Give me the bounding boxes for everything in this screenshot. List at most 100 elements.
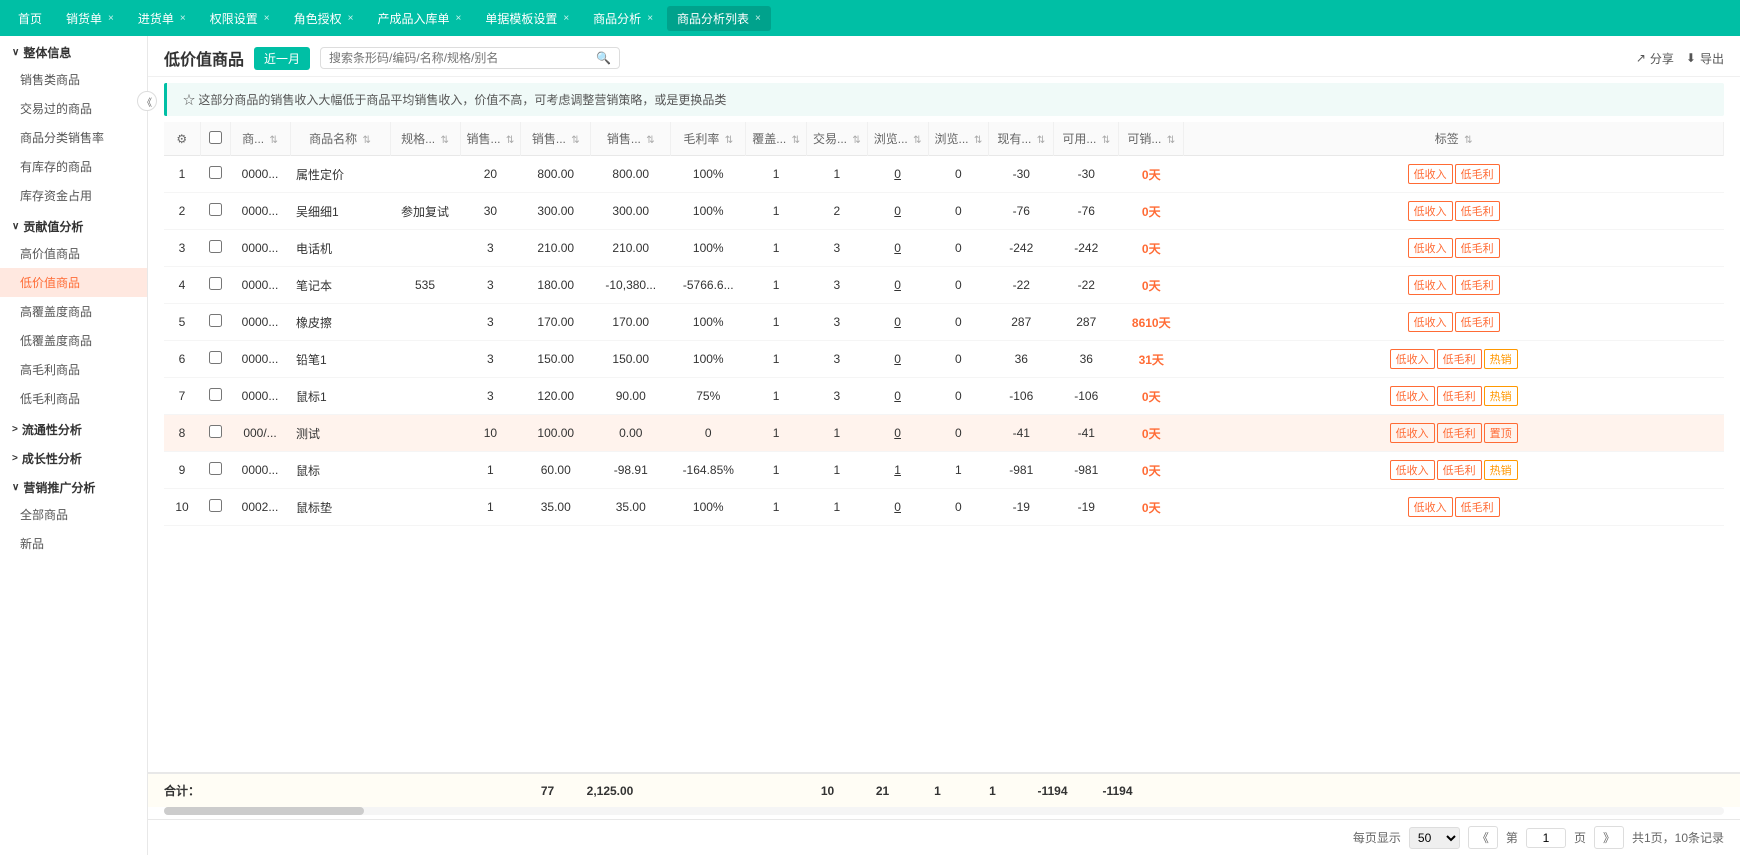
sidebar-group-overall[interactable]: ∨ 整体信息	[0, 36, 147, 65]
row-select-checkbox[interactable]	[209, 240, 222, 253]
scrollbar-thumb[interactable]	[164, 807, 364, 815]
sidebar-item-sales-products[interactable]: 销售类商品	[0, 65, 147, 94]
per-page-select[interactable]: 50 100	[1409, 827, 1460, 849]
nav-role-auth[interactable]: 角色授权 ×	[284, 6, 364, 31]
view-link[interactable]: 0	[894, 167, 901, 181]
tag[interactable]: 低收入	[1408, 238, 1453, 258]
horizontal-scrollbar[interactable]	[164, 807, 1724, 815]
view-link[interactable]: 0	[894, 500, 901, 514]
search-input[interactable]	[329, 51, 590, 65]
tag[interactable]: 低毛利	[1455, 238, 1500, 258]
nav-product-analysis[interactable]: 商品分析 ×	[583, 6, 663, 31]
sales-price-column-header[interactable]: 销售... ⇅	[521, 122, 591, 156]
tag[interactable]: 低收入	[1408, 497, 1453, 517]
view-link[interactable]: 0	[894, 278, 901, 292]
row-checkbox[interactable]	[200, 267, 230, 304]
row-view1[interactable]: 0	[867, 193, 928, 230]
select-all-checkbox[interactable]	[209, 131, 222, 144]
tag[interactable]: 低毛利	[1455, 164, 1500, 184]
close-icon[interactable]: ×	[755, 13, 761, 24]
available-column-header[interactable]: 可用... ⇅	[1054, 122, 1119, 156]
sidebar-item-all-products[interactable]: 全部商品	[0, 500, 147, 529]
tag[interactable]: 低收入	[1390, 349, 1435, 369]
close-icon[interactable]: ×	[647, 13, 653, 24]
code-column-header[interactable]: 商... ⇅	[230, 122, 290, 156]
share-button[interactable]: ↗ 分享	[1636, 50, 1674, 67]
row-select-checkbox[interactable]	[209, 203, 222, 216]
row-view1[interactable]: 1	[867, 452, 928, 489]
row-select-checkbox[interactable]	[209, 277, 222, 290]
row-select-checkbox[interactable]	[209, 388, 222, 401]
sidebar-item-high-margin[interactable]: 高毛利商品	[0, 355, 147, 384]
sales-qty-column-header[interactable]: 销售... ⇅	[460, 122, 521, 156]
row-checkbox[interactable]	[200, 489, 230, 526]
checkbox-column-header[interactable]	[200, 122, 230, 156]
row-checkbox[interactable]	[200, 156, 230, 193]
tag[interactable]: 低收入	[1408, 201, 1453, 221]
tags-column-header[interactable]: 标签 ⇅	[1184, 122, 1724, 156]
row-select-checkbox[interactable]	[209, 425, 222, 438]
sidebar-item-traded-products[interactable]: 交易过的商品	[0, 94, 147, 123]
sidebar-item-low-margin[interactable]: 低毛利商品	[0, 384, 147, 413]
nav-home[interactable]: 首页	[8, 6, 52, 31]
row-checkbox[interactable]	[200, 230, 230, 267]
row-view1[interactable]: 0	[867, 230, 928, 267]
tag[interactable]: 热销	[1484, 460, 1518, 480]
view2-column-header[interactable]: 浏览... ⇅	[928, 122, 989, 156]
view-link[interactable]: 0	[894, 315, 901, 329]
nav-sales-order[interactable]: 销货单 ×	[56, 6, 124, 31]
sidebar-group-marketing[interactable]: ∨ 营销推广分析	[0, 471, 147, 500]
settings-column-header[interactable]: ⚙	[164, 122, 200, 156]
close-icon[interactable]: ×	[563, 13, 569, 24]
view1-column-header[interactable]: 浏览... ⇅	[867, 122, 928, 156]
tag[interactable]: 低收入	[1408, 312, 1453, 332]
tag[interactable]: 低毛利	[1437, 423, 1482, 443]
view-link[interactable]: 0	[894, 204, 901, 218]
sidebar-item-high-value[interactable]: 高价值商品	[0, 239, 147, 268]
tag[interactable]: 低收入	[1408, 275, 1453, 295]
tag[interactable]: 热销	[1484, 349, 1518, 369]
last-page-button[interactable]: 》	[1594, 826, 1624, 849]
period-button[interactable]: 近一月	[254, 47, 310, 70]
sidebar-collapse-button[interactable]: 《	[137, 91, 157, 111]
tag[interactable]: 低收入	[1408, 164, 1453, 184]
row-checkbox[interactable]	[200, 415, 230, 452]
view-link[interactable]: 0	[894, 352, 901, 366]
row-checkbox[interactable]	[200, 193, 230, 230]
close-icon[interactable]: ×	[264, 13, 270, 24]
export-button[interactable]: ⬇ 导出	[1686, 50, 1724, 67]
search-icon[interactable]: 🔍	[596, 51, 611, 65]
sidebar-item-high-coverage[interactable]: 高覆盖度商品	[0, 297, 147, 326]
sidebar-item-in-stock-products[interactable]: 有库存的商品	[0, 152, 147, 181]
nav-product-analysis-list[interactable]: 商品分析列表 ×	[667, 6, 771, 31]
view-link[interactable]: 0	[894, 241, 901, 255]
nav-permission-settings[interactable]: 权限设置 ×	[200, 6, 280, 31]
row-view1[interactable]: 0	[867, 378, 928, 415]
current-column-header[interactable]: 现有... ⇅	[989, 122, 1054, 156]
row-checkbox[interactable]	[200, 304, 230, 341]
view-link[interactable]: 0	[894, 426, 901, 440]
tag[interactable]: 低毛利	[1455, 275, 1500, 295]
page-number-input[interactable]	[1526, 828, 1566, 848]
tag[interactable]: 低毛利	[1455, 497, 1500, 517]
view-link[interactable]: 1	[894, 463, 901, 477]
row-view1[interactable]: 0	[867, 267, 928, 304]
row-view1[interactable]: 0	[867, 341, 928, 378]
row-select-checkbox[interactable]	[209, 166, 222, 179]
sales-amount-column-header[interactable]: 销售... ⇅	[591, 122, 671, 156]
sidebar-item-low-coverage[interactable]: 低覆盖度商品	[0, 326, 147, 355]
tag[interactable]: 低毛利	[1437, 386, 1482, 406]
tag[interactable]: 热销	[1484, 386, 1518, 406]
tag[interactable]: 低毛利	[1455, 201, 1500, 221]
row-select-checkbox[interactable]	[209, 351, 222, 364]
sidebar-group-growth[interactable]: > 成长性分析	[0, 442, 147, 471]
sidebar-item-low-value[interactable]: 低价值商品	[0, 268, 147, 297]
gross-margin-column-header[interactable]: 毛利率 ⇅	[671, 122, 746, 156]
row-select-checkbox[interactable]	[209, 499, 222, 512]
row-checkbox[interactable]	[200, 378, 230, 415]
saleable-column-header[interactable]: 可销... ⇅	[1119, 122, 1184, 156]
tag[interactable]: 低毛利	[1437, 349, 1482, 369]
sidebar-group-circulation[interactable]: > 流通性分析	[0, 413, 147, 442]
row-view1[interactable]: 0	[867, 415, 928, 452]
first-page-button[interactable]: 《	[1468, 826, 1498, 849]
